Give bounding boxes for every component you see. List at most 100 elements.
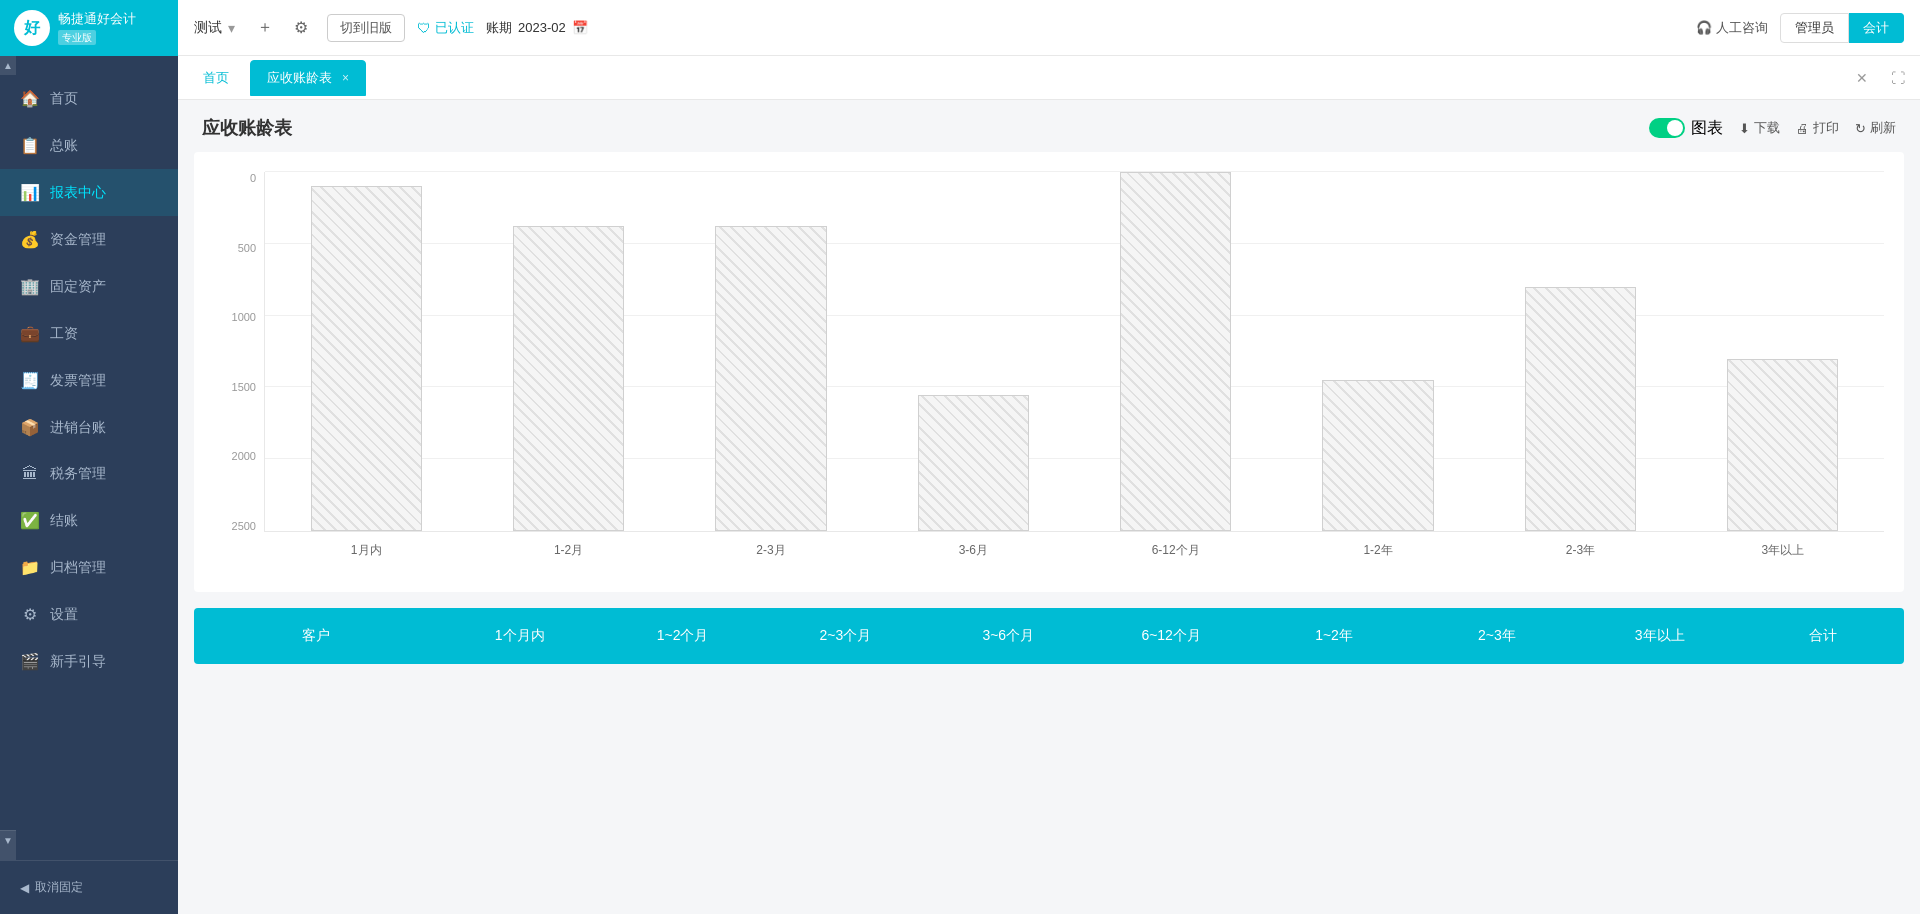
th-2-3month: 2~3个月	[764, 627, 927, 645]
report-actions: 图表 ⬇ 下载 🖨 打印 ↻ 刷新	[1649, 118, 1896, 139]
th-3-6month: 3~6个月	[927, 627, 1090, 645]
report-title: 应收账龄表	[202, 116, 292, 140]
sidebar-item-report[interactable]: 📊 报表中心	[0, 169, 178, 216]
pin-icon: ◀	[20, 881, 29, 895]
th-3year-plus: 3年以上	[1578, 627, 1741, 645]
chart-container: 2500 2000 1500 1000 500 0	[214, 172, 1884, 572]
scroll-up-arrow[interactable]: ▲	[3, 60, 13, 71]
support-button[interactable]: 🎧 人工咨询	[1696, 19, 1768, 37]
bar-1-month	[311, 186, 422, 531]
ledger-icon: 📋	[20, 136, 40, 155]
sidebar-nav: 🏠 首页 📋 总账 📊 报表中心 💰 资金管理 🏢 固定资产 💼 工资 🧾 发票…	[0, 75, 178, 830]
sidebar-item-capital[interactable]: 💰 资金管理	[0, 216, 178, 263]
expand-window-icon[interactable]: ⛶	[1884, 64, 1912, 92]
accountant-button[interactable]: 会计	[1849, 13, 1904, 43]
report-header: 应收账龄表 图表 ⬇ 下载 🖨 打印 ↻	[178, 100, 1920, 152]
assets-icon: 🏢	[20, 277, 40, 296]
manager-button[interactable]: 管理员	[1780, 13, 1849, 43]
sidebar-item-settings[interactable]: ⚙ 设置	[0, 591, 178, 638]
sidebar-item-tax[interactable]: 🏛 税务管理	[0, 451, 178, 497]
main-content: 测试 ▾ ＋ ⚙ 切到旧版 🛡 已认证 账期 2023-02 📅 🎧 人工咨询 …	[178, 0, 1920, 914]
th-1month: 1个月内	[438, 627, 601, 645]
scroll-down-arrow[interactable]: ▼	[3, 835, 13, 846]
project-name: 测试	[194, 19, 222, 37]
page-area: 应收账龄表 图表 ⬇ 下载 🖨 打印 ↻	[178, 100, 1920, 914]
cancel-fixed-button[interactable]: ◀ 取消固定	[12, 873, 166, 902]
calendar-icon[interactable]: 📅	[572, 20, 588, 35]
bar-group-6: 1-2年	[1277, 172, 1479, 531]
sidebar-item-home[interactable]: 🏠 首页	[0, 75, 178, 122]
settings-icon: ⚙	[20, 605, 40, 624]
x-label-1-2month: 1-2月	[554, 542, 583, 559]
topbar-actions: ＋ ⚙	[251, 14, 315, 42]
tab-home[interactable]: 首页	[186, 60, 246, 96]
th-1-2month: 1~2个月	[601, 627, 764, 645]
period-badge: 账期 2023-02 📅	[486, 19, 588, 37]
bar-2-3month	[715, 226, 826, 531]
invoice-icon: 🧾	[20, 371, 40, 390]
download-icon: ⬇	[1739, 121, 1750, 136]
sidebar-item-sales[interactable]: 📦 进销台账	[0, 404, 178, 451]
chart-toggle-switch[interactable]	[1649, 118, 1685, 138]
settings-gear-icon[interactable]: ⚙	[287, 14, 315, 42]
sidebar-item-ledger[interactable]: 📋 总账	[0, 122, 178, 169]
tab-receivable-aging[interactable]: 应收账龄表 ×	[250, 60, 366, 96]
project-selector[interactable]: 测试 ▾	[194, 19, 235, 37]
sidebar-item-closing[interactable]: ✅ 结账	[0, 497, 178, 544]
archive-icon: 📁	[20, 558, 40, 577]
x-label-3-6month: 3-6月	[959, 542, 988, 559]
print-button[interactable]: 🖨 打印	[1796, 119, 1839, 137]
sidebar-logo: 好 畅捷通好会计 专业版	[0, 0, 178, 56]
y-label-1000: 1000	[232, 311, 256, 323]
th-total: 合计	[1741, 627, 1904, 645]
refresh-button[interactable]: ↻ 刷新	[1855, 119, 1896, 137]
th-6-12month: 6~12个月	[1090, 627, 1253, 645]
sidebar: 好 畅捷通好会计 专业版 ▲ 🏠 首页 📋 总账 📊 报表中心 💰 资金管理 🏢…	[0, 0, 178, 914]
sidebar-item-guide[interactable]: 🎬 新手引导	[0, 638, 178, 685]
page-inner: 应收账龄表 图表 ⬇ 下载 🖨 打印 ↻	[178, 100, 1920, 914]
sidebar-scroll-down[interactable]: ▼	[0, 830, 16, 860]
y-label-2000: 2000	[232, 450, 256, 462]
th-2-3year: 2~3年	[1415, 627, 1578, 645]
y-label-0: 0	[250, 172, 256, 184]
sidebar-scroll-up[interactable]: ▲	[0, 56, 16, 75]
tab-close-icon[interactable]: ×	[342, 71, 349, 85]
switch-old-version-button[interactable]: 切到旧版	[327, 14, 405, 42]
shield-icon: 🛡	[417, 20, 431, 36]
top-bar: 测试 ▾ ＋ ⚙ 切到旧版 🛡 已认证 账期 2023-02 📅 🎧 人工咨询 …	[178, 0, 1920, 56]
bar-group-8: 3年以上	[1682, 172, 1884, 531]
sidebar-item-archive[interactable]: 📁 归档管理	[0, 544, 178, 591]
topbar-right: 🎧 人工咨询 管理员 会计	[1696, 13, 1904, 43]
print-icon: 🖨	[1796, 121, 1809, 136]
chart-label: 图表	[1691, 118, 1723, 139]
table-container: 客户 1个月内 1~2个月 2~3个月 3~6个月 6~12个月 1~2年 2~…	[194, 608, 1904, 664]
bar-group-2: 1-2月	[467, 172, 669, 531]
chevron-down-icon: ▾	[228, 20, 235, 36]
bar-1-2year	[1322, 380, 1433, 531]
capital-icon: 💰	[20, 230, 40, 249]
bar-3year-plus	[1727, 359, 1838, 531]
closing-icon: ✅	[20, 511, 40, 530]
sidebar-item-salary[interactable]: 💼 工资	[0, 310, 178, 357]
x-label-2-3year: 2-3年	[1566, 542, 1595, 559]
add-button[interactable]: ＋	[251, 14, 279, 42]
refresh-icon: ↻	[1855, 121, 1866, 136]
sidebar-item-invoice[interactable]: 🧾 发票管理	[0, 357, 178, 404]
chart-toggle: 图表	[1649, 118, 1723, 139]
sidebar-item-assets[interactable]: 🏢 固定资产	[0, 263, 178, 310]
sales-icon: 📦	[20, 418, 40, 437]
x-label-2-3month: 2-3月	[756, 542, 785, 559]
y-label-2500: 2500	[232, 520, 256, 532]
report-icon: 📊	[20, 183, 40, 202]
bar-3-6month	[918, 395, 1029, 531]
download-button[interactable]: ⬇ 下载	[1739, 119, 1780, 137]
tabs-right: ✕ ⛶	[1848, 64, 1912, 92]
x-label-6-12month: 6-12个月	[1152, 542, 1200, 559]
close-window-icon[interactable]: ✕	[1848, 64, 1876, 92]
user-buttons: 管理员 会计	[1780, 13, 1904, 43]
table-header: 客户 1个月内 1~2个月 2~3个月 3~6个月 6~12个月 1~2年 2~…	[194, 608, 1904, 664]
sidebar-bottom: ◀ 取消固定	[0, 860, 178, 914]
bar-group-3: 2-3月	[670, 172, 872, 531]
bar-2-3year	[1525, 287, 1636, 531]
bar-1-2month	[513, 226, 624, 531]
